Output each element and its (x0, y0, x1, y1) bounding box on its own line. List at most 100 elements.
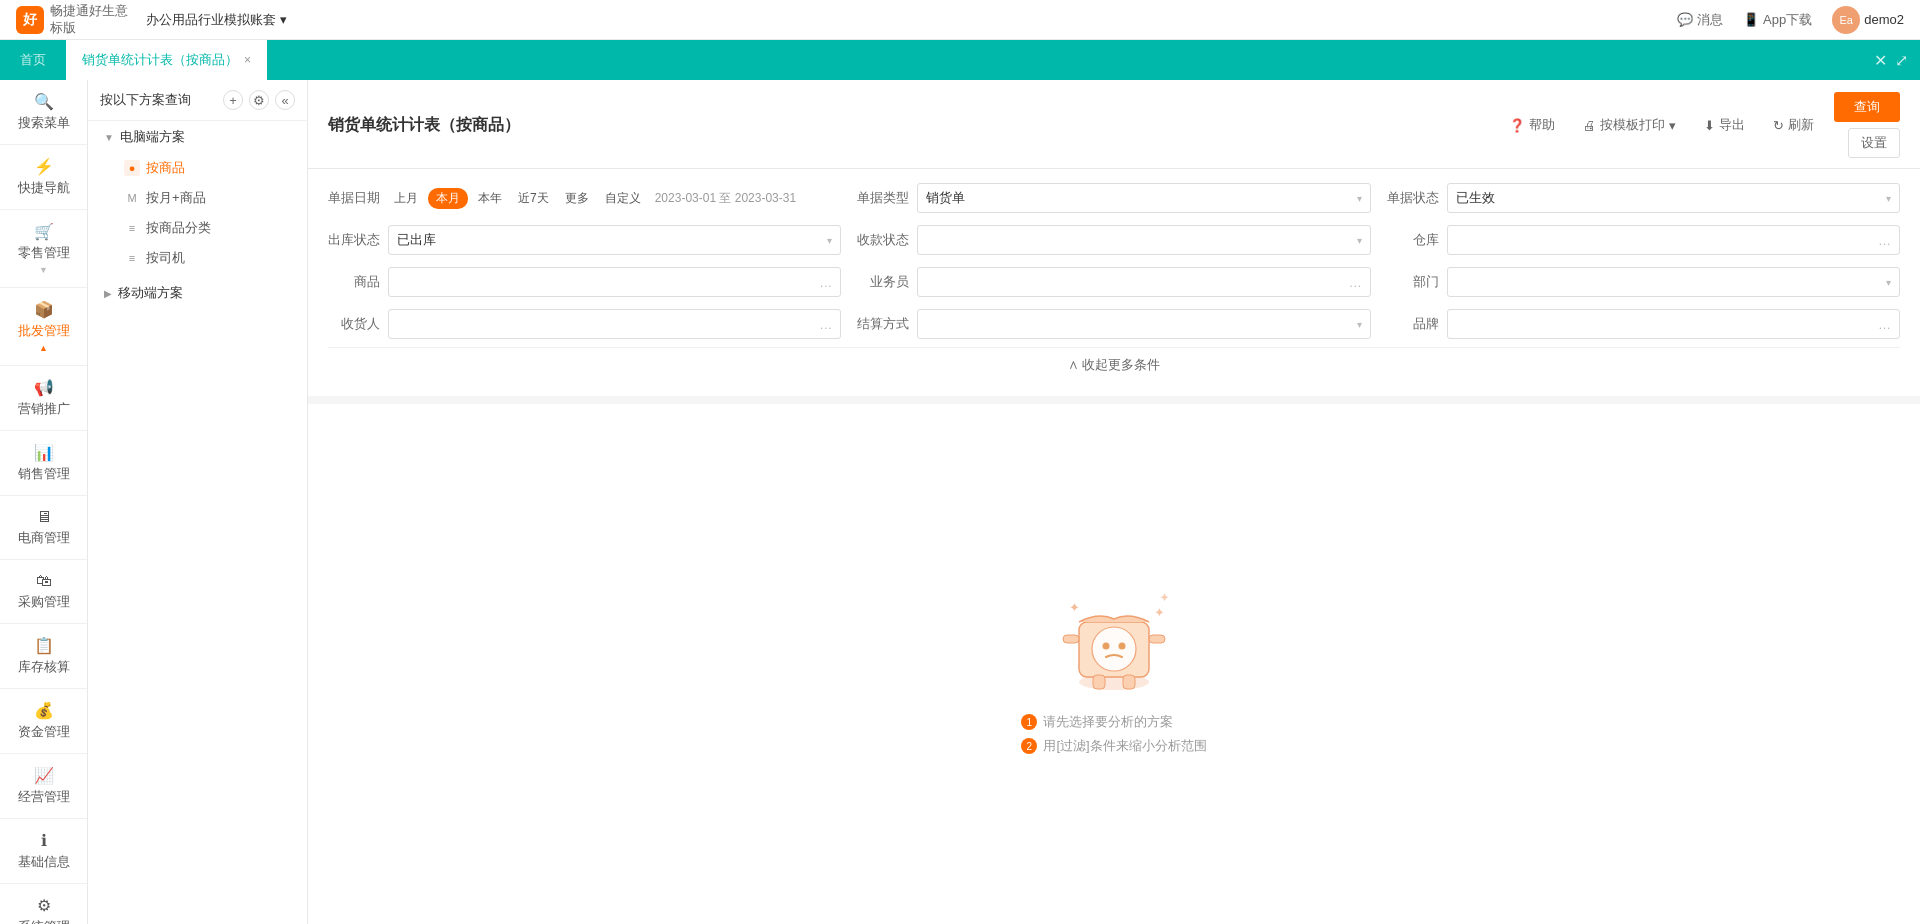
query-button[interactable]: 查询 (1834, 92, 1900, 122)
sidebar-item-inventory[interactable]: 📋 库存核算 (0, 624, 87, 689)
doc-type-label: 单据类型 (857, 189, 917, 207)
settings-button[interactable]: 设置 (1848, 128, 1900, 158)
out-status-label: 出库状态 (328, 231, 388, 249)
out-status-select[interactable]: 已出库 ▾ (388, 225, 841, 255)
sidebar-item-operations[interactable]: 📈 经营管理 (0, 754, 87, 819)
last7-btn[interactable]: 近7天 (512, 188, 555, 209)
sidebar-item-sales[interactable]: 📊 销售管理 (0, 431, 87, 496)
payment-method-label: 结算方式 (857, 315, 917, 333)
user-area[interactable]: Ea demo2 (1832, 6, 1904, 34)
refresh-button[interactable]: ↻ 刷新 (1765, 112, 1822, 138)
goods-select[interactable]: … (388, 267, 841, 297)
department-label: 部门 (1387, 273, 1447, 291)
sidebar-item-system[interactable]: ⚙ 系统管理 (0, 884, 87, 924)
empty-illustration: ✦ ✦ ✦ (1049, 567, 1179, 697)
this-year-btn[interactable]: 本年 (472, 188, 508, 209)
tree-mobile-arrow-icon: ▶ (104, 288, 112, 299)
hint-number-2: 2 (1021, 738, 1037, 754)
warehouse-label: 仓库 (1387, 231, 1447, 249)
date-label: 单据日期 (328, 189, 388, 207)
filter-cell-payment-method: 结算方式 ▾ (857, 309, 1386, 339)
department-select[interactable]: ▾ (1447, 267, 1900, 297)
salesperson-select[interactable]: … (917, 267, 1370, 297)
empty-text: 1 请先选择要分析的方案 2 用[过滤]条件来缩小分析范围 (1021, 713, 1206, 761)
this-month-btn[interactable]: 本月 (428, 188, 468, 209)
expand-window-icon[interactable]: ⤢ (1895, 51, 1908, 70)
svg-rect-5 (1063, 635, 1079, 643)
scheme-category-icon: ≡ (124, 220, 140, 236)
goods-dots-icon[interactable]: … (819, 275, 832, 290)
department-caret-icon: ▾ (1886, 277, 1891, 288)
workspace-selector[interactable]: 办公用品行业模拟账套 ▾ (138, 11, 295, 29)
app-download-button[interactable]: 📱 App下载 (1743, 11, 1812, 29)
left-panel-title: 按以下方案查询 (100, 91, 191, 109)
custom-btn[interactable]: 自定义 (599, 188, 647, 209)
expand-arrow-icon2: ▲ (39, 343, 48, 353)
left-panel-actions: + ⚙ « (223, 90, 295, 110)
sidebar-item-wholesale[interactable]: 📦 批发管理 ▲ (0, 288, 87, 366)
empty-hint-2: 2 用[过滤]条件来缩小分析范围 (1021, 737, 1206, 755)
export-button[interactable]: ⬇ 导出 (1696, 112, 1753, 138)
settings-scheme-button[interactable]: ⚙ (249, 90, 269, 110)
retail-icon: 🛒 (34, 222, 54, 241)
receiver-dots-icon[interactable]: … (819, 317, 832, 332)
sales-icon: 📊 (34, 443, 54, 462)
filter-row-4: 收货人 … 结算方式 ▾ 品牌 (328, 309, 1900, 339)
sidebar-item-purchase[interactable]: 🛍 采购管理 (0, 560, 87, 624)
tree-item-by-driver[interactable]: ≡ 按司机 (88, 243, 307, 273)
svg-text:✦: ✦ (1154, 605, 1165, 620)
add-scheme-button[interactable]: + (223, 90, 243, 110)
last-month-btn[interactable]: 上月 (388, 188, 424, 209)
filter-row-1: 单据日期 上月 本月 本年 近7天 更多 自定义 2023-03-01 至 20… (328, 183, 1900, 213)
payment-status-select[interactable]: ▾ (917, 225, 1370, 255)
date-range-display: 2023-03-01 至 2023-03-31 (655, 190, 796, 207)
tree-desktop-header[interactable]: ▼ 电脑端方案 (88, 121, 307, 153)
doc-type-select[interactable]: 销货单 ▾ (917, 183, 1370, 213)
warehouse-select[interactable]: … (1447, 225, 1900, 255)
svg-rect-7 (1093, 675, 1105, 689)
filter-cell-department: 部门 ▾ (1387, 267, 1900, 297)
collapse-panel-button[interactable]: « (275, 90, 295, 110)
sidebar-item-retail[interactable]: 🛒 零售管理 ▼ (0, 210, 87, 288)
settings-icon: ⚙ (253, 93, 265, 108)
refresh-icon: ↻ (1773, 118, 1784, 133)
tabbar: 首页 销货单统计计表（按商品） × ✕ ⤢ (0, 40, 1920, 80)
tree-item-by-goods[interactable]: ● 按商品 (88, 153, 307, 183)
salesperson-dots-icon[interactable]: … (1349, 275, 1362, 290)
brand-select[interactable]: … (1447, 309, 1900, 339)
svg-rect-8 (1123, 675, 1135, 689)
collapse-filters-button[interactable]: ∧ 收起更多条件 (328, 347, 1900, 382)
filter-cell-doc-type: 单据类型 销货单 ▾ (857, 183, 1386, 213)
tab-home[interactable]: 首页 (0, 40, 66, 80)
tree-item-by-month-goods[interactable]: M 按月+商品 (88, 183, 307, 213)
svg-point-2 (1092, 627, 1136, 671)
template-print-button[interactable]: 🖨 按模板打印 ▾ (1575, 112, 1684, 138)
help-button[interactable]: ❓ 帮助 (1501, 112, 1563, 138)
sidebar-item-ecommerce[interactable]: 🖥 电商管理 (0, 496, 87, 560)
close-window-icon[interactable]: ✕ (1874, 51, 1887, 70)
page-title: 销货单统计计表（按商品） (328, 115, 520, 136)
payment-method-select[interactable]: ▾ (917, 309, 1370, 339)
more-btn[interactable]: 更多 (559, 188, 595, 209)
tab-active[interactable]: 销货单统计计表（按商品） × (66, 40, 267, 80)
wholesale-icon: 📦 (34, 300, 54, 319)
message-button[interactable]: 💬 消息 (1677, 11, 1723, 29)
sidebar-item-search[interactable]: 🔍 搜索菜单 (0, 80, 87, 145)
svg-point-3 (1103, 643, 1110, 650)
sidebar-item-basic-info[interactable]: ℹ 基础信息 (0, 819, 87, 884)
sidebar-item-marketing[interactable]: 📢 营销推广 (0, 366, 87, 431)
tree-item-by-goods-category[interactable]: ≡ 按商品分类 (88, 213, 307, 243)
tab-close-button[interactable]: × (244, 53, 251, 67)
sidebar-item-finance[interactable]: 💰 资金管理 (0, 689, 87, 754)
empty-hint-1: 1 请先选择要分析的方案 (1021, 713, 1206, 731)
doc-status-select[interactable]: 已生效 ▾ (1447, 183, 1900, 213)
warehouse-dots-icon[interactable]: … (1878, 233, 1891, 248)
date-quick-buttons: 上月 本月 本年 近7天 更多 自定义 2023-03-01 至 2023-03… (388, 188, 841, 209)
brand-dots-icon[interactable]: … (1878, 317, 1891, 332)
page-actions: ❓ 帮助 🖨 按模板打印 ▾ ⬇ 导出 ↻ 刷新 查询 (1501, 92, 1900, 158)
receiver-select[interactable]: … (388, 309, 841, 339)
tree-mobile-header[interactable]: ▶ 移动端方案 (88, 277, 307, 309)
sidebar-item-quick-nav[interactable]: ⚡ 快捷导航 (0, 145, 87, 210)
filter-row-2: 出库状态 已出库 ▾ 收款状态 ▾ 仓库 (328, 225, 1900, 255)
avatar: Ea (1832, 6, 1860, 34)
